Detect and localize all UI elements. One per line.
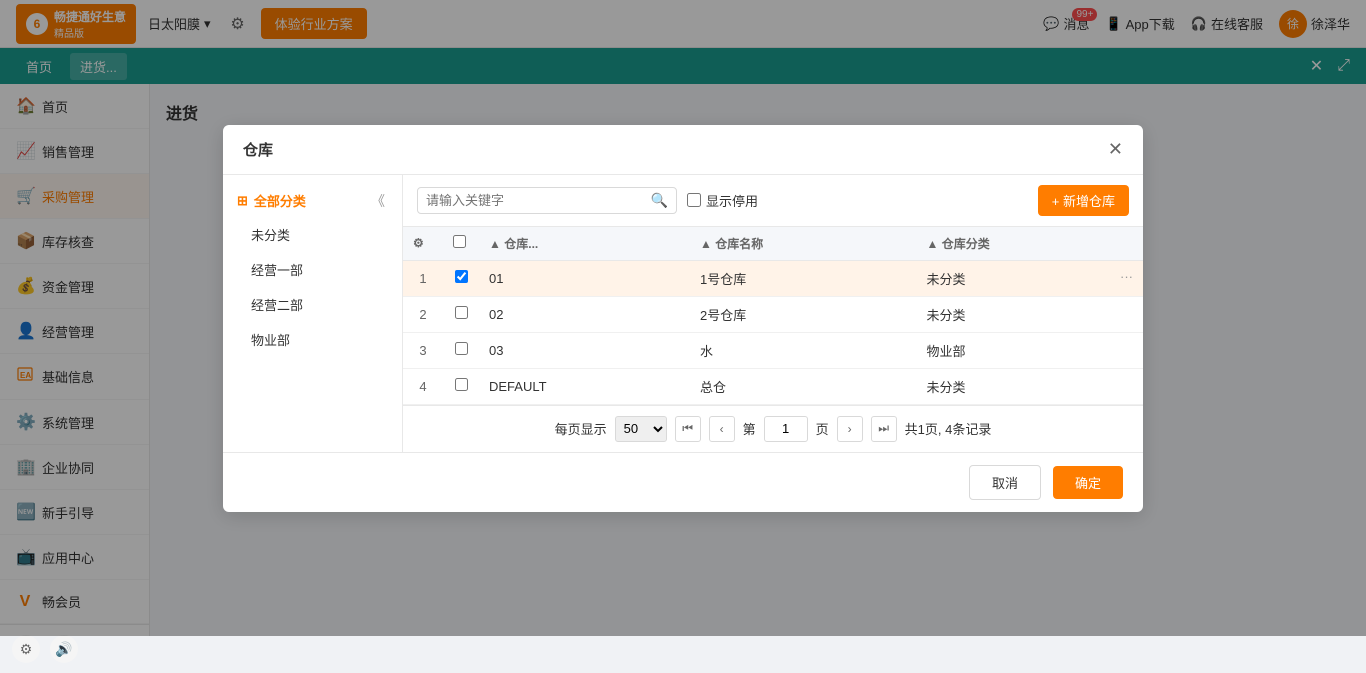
col-code: ▲ 仓库... bbox=[479, 227, 690, 261]
page-number-input[interactable] bbox=[764, 416, 808, 442]
row-checkbox-cell[interactable] bbox=[443, 332, 479, 368]
table-header-row: ⚙ ▲ 仓库... ▲ 仓库名称 ▲ 仓库分类 bbox=[403, 227, 1143, 261]
row-checkbox-cell[interactable] bbox=[443, 368, 479, 404]
table-row[interactable]: 2 02 2号仓库 未分类 bbox=[403, 296, 1143, 332]
row-code: 02 bbox=[479, 296, 690, 332]
row-name: 1号仓库 bbox=[690, 260, 916, 296]
row-checkbox-cell[interactable] bbox=[443, 260, 479, 296]
table-row[interactable]: 3 03 水 物业部 bbox=[403, 332, 1143, 368]
sidebar-volume-button[interactable]: 🔊 bbox=[50, 635, 78, 663]
gear-icon: ⚙ bbox=[413, 236, 424, 250]
row-number: 2 bbox=[403, 296, 443, 332]
col-name: ▲ 仓库名称 bbox=[690, 227, 916, 261]
category-header: ⊞ 全部分类 《 bbox=[223, 185, 402, 217]
last-page-button[interactable]: ⏭ bbox=[871, 416, 897, 442]
row-code: 01 bbox=[479, 260, 690, 296]
pagination-bar: 每页显示 50 100 ⏮ ‹ 第 页 › ⏭ 共1页, 4条记录 bbox=[403, 405, 1143, 452]
row-code: DEFAULT bbox=[479, 368, 690, 404]
add-warehouse-button[interactable]: + 新增仓库 bbox=[1038, 185, 1129, 216]
row-select-checkbox[interactable] bbox=[455, 378, 468, 391]
row-name: 总仓 bbox=[690, 368, 916, 404]
table-row[interactable]: 4 DEFAULT 总仓 未分类 bbox=[403, 368, 1143, 404]
row-number: 3 bbox=[403, 332, 443, 368]
warehouse-table-container: ⚙ ▲ 仓库... ▲ 仓库名称 ▲ 仓库分类 1 01 1号仓库 未分类··· bbox=[403, 227, 1143, 405]
warehouse-modal: 仓库 ✕ ⊞ 全部分类 《 未分类 经营一部 经营二部 物业部 bbox=[223, 125, 1143, 512]
category-operations1[interactable]: 经营一部 bbox=[223, 252, 402, 287]
search-icon[interactable]: 🔍 bbox=[651, 192, 668, 209]
row-category: 未分类··· bbox=[917, 260, 1144, 296]
row-number: 1 bbox=[403, 260, 443, 296]
modal-overlay: 仓库 ✕ ⊞ 全部分类 《 未分类 经营一部 经营二部 物业部 bbox=[0, 0, 1366, 636]
row-select-checkbox[interactable] bbox=[455, 306, 468, 319]
show-disabled-label[interactable]: 显示停用 bbox=[687, 191, 758, 210]
select-all-checkbox[interactable] bbox=[453, 235, 466, 248]
col-checkbox bbox=[443, 227, 479, 261]
warehouse-table: ⚙ ▲ 仓库... ▲ 仓库名称 ▲ 仓库分类 1 01 1号仓库 未分类··· bbox=[403, 227, 1143, 405]
category-panel: ⊞ 全部分类 《 未分类 经营一部 经营二部 物业部 bbox=[223, 175, 403, 452]
confirm-button[interactable]: 确定 bbox=[1053, 466, 1123, 499]
modal-body: ⊞ 全部分类 《 未分类 经营一部 经营二部 物业部 🔍 bbox=[223, 175, 1143, 452]
row-name: 水 bbox=[690, 332, 916, 368]
row-more-button[interactable]: ··· bbox=[1120, 269, 1133, 284]
grid-icon: ⊞ bbox=[237, 193, 248, 209]
table-toolbar: 🔍 显示停用 + 新增仓库 bbox=[403, 175, 1143, 227]
prev-page-button[interactable]: ‹ bbox=[709, 416, 735, 442]
show-disabled-checkbox[interactable] bbox=[687, 193, 701, 207]
modal-footer: 取消 确定 bbox=[223, 452, 1143, 512]
row-category: 未分类 bbox=[917, 296, 1144, 332]
first-page-button[interactable]: ⏮ bbox=[675, 416, 701, 442]
sidebar-settings-button[interactable]: ⚙ bbox=[12, 635, 40, 663]
row-select-checkbox[interactable] bbox=[455, 342, 468, 355]
row-category: 未分类 bbox=[917, 368, 1144, 404]
table-panel: 🔍 显示停用 + 新增仓库 ⚙ bbox=[403, 175, 1143, 452]
row-select-checkbox[interactable] bbox=[455, 270, 468, 283]
row-category: 物业部 bbox=[917, 332, 1144, 368]
search-input[interactable] bbox=[426, 193, 645, 208]
collapse-panel-button[interactable]: 《 bbox=[368, 191, 388, 211]
row-name: 2号仓库 bbox=[690, 296, 916, 332]
next-page-button[interactable]: › bbox=[837, 416, 863, 442]
category-operations2[interactable]: 经营二部 bbox=[223, 287, 402, 322]
modal-close-button[interactable]: ✕ bbox=[1108, 139, 1123, 160]
all-categories-item[interactable]: ⊞ 全部分类 bbox=[237, 191, 306, 210]
sort-icon-cat[interactable]: ▲ bbox=[927, 237, 939, 251]
col-gear: ⚙ bbox=[403, 227, 443, 261]
category-property[interactable]: 物业部 bbox=[223, 322, 402, 357]
modal-header: 仓库 ✕ bbox=[223, 125, 1143, 175]
per-page-select[interactable]: 50 100 bbox=[615, 416, 667, 442]
row-code: 03 bbox=[479, 332, 690, 368]
category-unclassified[interactable]: 未分类 bbox=[223, 217, 402, 252]
search-box: 🔍 bbox=[417, 187, 677, 214]
row-checkbox-cell[interactable] bbox=[443, 296, 479, 332]
col-category: ▲ 仓库分类 bbox=[917, 227, 1144, 261]
sort-icon[interactable]: ▲ bbox=[489, 237, 501, 251]
table-row[interactable]: 1 01 1号仓库 未分类··· bbox=[403, 260, 1143, 296]
cancel-button[interactable]: 取消 bbox=[969, 465, 1041, 500]
row-number: 4 bbox=[403, 368, 443, 404]
sort-icon-name[interactable]: ▲ bbox=[700, 237, 712, 251]
modal-title: 仓库 bbox=[243, 139, 273, 160]
